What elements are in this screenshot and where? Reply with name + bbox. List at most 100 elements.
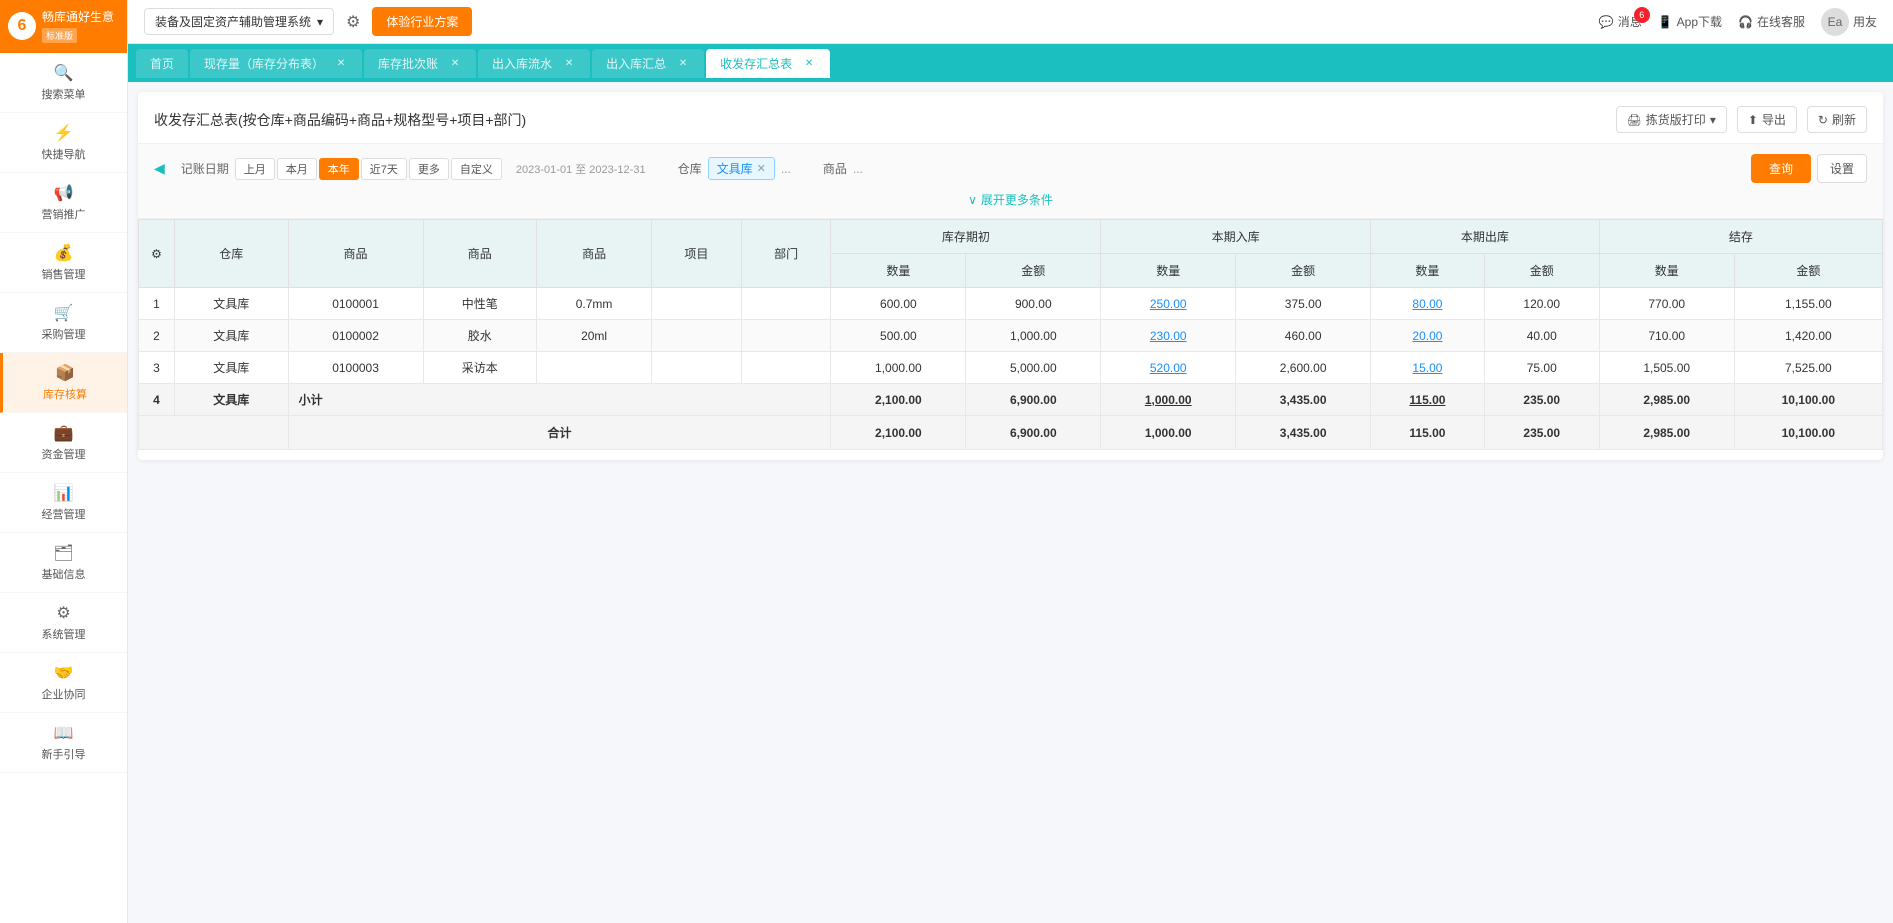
table-settings-icon[interactable]: ⚙ [151, 247, 162, 261]
sidebar-item-10[interactable]: 🤝企业协同 [0, 653, 127, 713]
row-bal-qty-1: 710.00 [1599, 320, 1734, 352]
row-code-2: 0100003 [288, 352, 423, 384]
row-out-qty-1[interactable]: 20.00 [1371, 320, 1485, 352]
row-in-qty-0[interactable]: 250.00 [1101, 288, 1236, 320]
col-bal-amt-header: 金额 [1734, 254, 1882, 288]
date-btn-4[interactable]: 更多 [409, 158, 449, 180]
print-button[interactable]: 🖨 拣货版打印 ▾ [1616, 106, 1727, 133]
row-out-qty-2[interactable]: 15.00 [1371, 352, 1485, 384]
query-button[interactable]: 查询 [1751, 154, 1811, 183]
phone-icon: 📱 [1658, 15, 1673, 29]
warehouse-filter: 仓库 文具库 ✕ ... [678, 157, 791, 180]
collapse-btn[interactable]: ◀ [154, 160, 165, 177]
sidebar-item-label-1: 快捷导航 [42, 146, 86, 162]
date-filter: 记账日期 上月本月本年近7天更多自定义 2023-01-01 至 2023-12… [181, 158, 646, 180]
row-in-qty-1[interactable]: 230.00 [1101, 320, 1236, 352]
sidebar-item-label-11: 新手引导 [42, 746, 86, 762]
sidebar-item-9[interactable]: ⚙系统管理 [0, 593, 127, 653]
tab-close-3[interactable]: ✕ [562, 56, 576, 70]
row-index-0: 1 [139, 288, 175, 320]
row-bal-amt-1: 1,420.00 [1734, 320, 1882, 352]
refresh-button[interactable]: ↻ 刷新 [1807, 106, 1867, 133]
message-action[interactable]: 💬 消息 6 [1599, 13, 1642, 30]
warehouse-tag-remove[interactable]: ✕ [757, 162, 766, 175]
goods-more[interactable]: ... [853, 162, 863, 176]
tab-close-5[interactable]: ✕ [802, 56, 816, 70]
tab-label-3: 出入库流水 [492, 55, 552, 72]
sidebar-item-11[interactable]: 📖新手引导 [0, 713, 127, 773]
row-open-amt-0: 900.00 [966, 288, 1101, 320]
tab-close-2[interactable]: ✕ [448, 56, 462, 70]
date-btn-0[interactable]: 上月 [235, 158, 275, 180]
tab-2[interactable]: 库存批次账 ✕ [364, 49, 476, 78]
sidebar-item-7[interactable]: 📊经营管理 [0, 473, 127, 533]
row-out-qty-0[interactable]: 80.00 [1371, 288, 1485, 320]
tab-label-2: 库存批次账 [378, 55, 438, 72]
sidebar-item-label-6: 资金管理 [42, 446, 86, 462]
tab-close-1[interactable]: ✕ [334, 56, 348, 70]
subtotal-bal-qty: 2,985.00 [1599, 384, 1734, 416]
row-out-amt-0: 120.00 [1484, 288, 1599, 320]
row-spec-2 [537, 352, 652, 384]
sidebar-item-6[interactable]: 💼资金管理 [0, 413, 127, 473]
try-industry-button[interactable]: 体验行业方案 [372, 7, 472, 36]
subtotal-index: 4 [139, 384, 175, 416]
date-btn-3[interactable]: 近7天 [361, 158, 407, 180]
tab-0[interactable]: 首页 [136, 49, 188, 78]
total-open-qty: 2,100.00 [831, 416, 966, 450]
date-btn-2[interactable]: 本年 [319, 158, 359, 180]
col-name-header: 商品 [423, 220, 537, 288]
user-action[interactable]: Ea 用友 [1821, 8, 1877, 36]
tab-4[interactable]: 出入库汇总✕ [592, 49, 704, 78]
row-out-amt-2: 75.00 [1484, 352, 1599, 384]
row-name-1: 胶水 [423, 320, 537, 352]
col-warehouse-header: 仓库 [175, 220, 289, 288]
subtotal-in-amt: 3,435.00 [1236, 384, 1371, 416]
subtotal-open-qty: 2,100.00 [831, 384, 966, 416]
sidebar-item-8[interactable]: 🗂基础信息 [0, 533, 127, 593]
sidebar-item-5[interactable]: 📦库存核算 [0, 353, 127, 413]
row-name-2: 采访本 [423, 352, 537, 384]
sidebar-item-3[interactable]: 💰销售管理 [0, 233, 127, 293]
service-action[interactable]: 🎧 在线客服 [1738, 13, 1805, 30]
print-icon: 🖨 [1627, 113, 1642, 127]
date-btn-5[interactable]: 自定义 [451, 158, 502, 180]
expand-button[interactable]: ∨ 展开更多条件 [968, 191, 1053, 208]
expand-label: 展开更多条件 [981, 191, 1053, 208]
sidebar-item-0[interactable]: 🔍搜索菜单 [0, 53, 127, 113]
system-selector[interactable]: 装备及固定资产辅助管理系统 ▾ [144, 8, 334, 35]
sidebar-item-icon-0: 🔍 [54, 63, 74, 83]
sidebar-item-label-8: 基础信息 [42, 566, 86, 582]
total-out-amt: 235.00 [1484, 416, 1599, 450]
tab-1[interactable]: 现存量（库存分布表）✕ [190, 49, 362, 78]
settings-icon[interactable]: ⚙ [346, 12, 360, 32]
export-button[interactable]: ⬆ 导出 [1737, 106, 1797, 133]
topbar-actions: 💬 消息 6 📱 App下载 🎧 在线客服 Ea 用友 [1599, 8, 1877, 36]
col-out-header: 本期出库 [1371, 220, 1600, 254]
user-label: 用友 [1853, 13, 1877, 30]
page: 收发存汇总表(按仓库+商品编码+商品+规格型号+项目+部门) 🖨 拣货版打印 ▾… [128, 82, 1893, 923]
sidebar-logo: 6 [8, 12, 36, 40]
sidebar-item-4[interactable]: 🛒采购管理 [0, 293, 127, 353]
table-wrap: ⚙ 仓库 商品 商品 商品 项目 部门 库存期初 本期入库 本期出库 结存 [138, 219, 1883, 460]
row-dept-0 [741, 288, 831, 320]
sidebar-item-icon-1: ⚡ [54, 123, 74, 143]
subtotal-bal-amt: 10,100.00 [1734, 384, 1882, 416]
row-open-qty-2: 1,000.00 [831, 352, 966, 384]
tab-3[interactable]: 出入库流水 ✕ [478, 49, 590, 78]
tab-close-4[interactable]: ✕ [676, 56, 690, 70]
settings-button[interactable]: 设置 [1817, 154, 1867, 183]
app-download-action[interactable]: 📱 App下载 [1658, 13, 1722, 30]
total-out-qty: 115.00 [1371, 416, 1485, 450]
row-in-qty-2[interactable]: 520.00 [1101, 352, 1236, 384]
total-bal-qty: 2,985.00 [1599, 416, 1734, 450]
warehouse-more[interactable]: ... [781, 162, 791, 176]
date-btn-1[interactable]: 本月 [277, 158, 317, 180]
sidebar-item-label-9: 系统管理 [42, 626, 86, 642]
row-out-amt-1: 40.00 [1484, 320, 1599, 352]
tab-5[interactable]: 收发存汇总表✕ [706, 49, 830, 78]
col-out-qty-header: 数量 [1371, 254, 1485, 288]
sidebar-item-1[interactable]: ⚡ 快捷导航 [0, 113, 127, 173]
col-project-header: 项目 [652, 220, 742, 288]
sidebar-item-2[interactable]: 📢营销推广 [0, 173, 127, 233]
